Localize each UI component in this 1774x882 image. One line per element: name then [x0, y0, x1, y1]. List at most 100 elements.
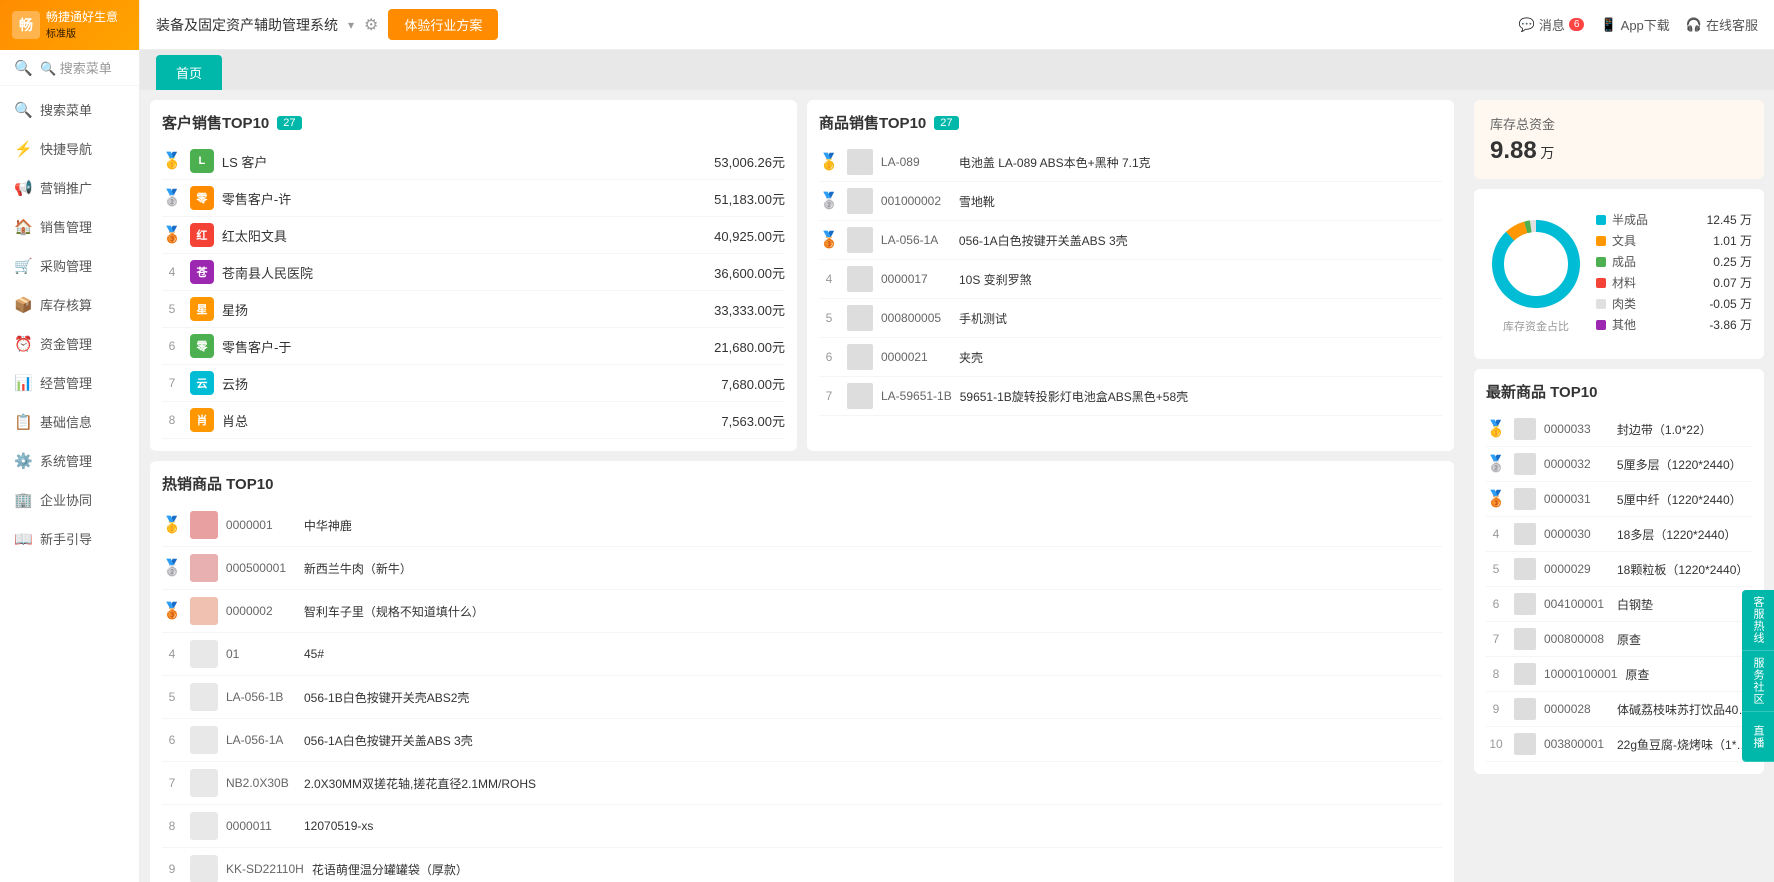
message-button[interactable]: 💬 消息 6 — [1519, 15, 1585, 34]
hot-product-row[interactable]: 🥇 0000001 中华神鹿 — [162, 504, 1442, 547]
customer-rank-row[interactable]: 7 云 云扬 7,680.00元 — [162, 365, 785, 402]
new-product-row[interactable]: 6 004100001 白钢垫 — [1486, 587, 1752, 622]
app-download-button[interactable]: 📱 App下载 — [1600, 15, 1669, 34]
customer-rank-row[interactable]: 🥉 红 红太阳文具 40,925.00元 — [162, 217, 785, 254]
main-content: 装备及固定资产辅助管理系统 ▾ ⚙ 体验行业方案 💬 消息 6 📱 App下载 … — [140, 0, 1774, 882]
try-plan-button[interactable]: 体验行业方案 — [388, 9, 498, 40]
sidebar-item-label: 资金管理 — [40, 334, 92, 353]
product-sales-row[interactable]: 7 LA-59651-1B 59651-1B旋转投影灯电池盒ABS黑色+58壳 — [819, 377, 1442, 416]
hot-product-row[interactable]: 9 KK-SD22110H 花语萌俚温分罐罐袋（厚款） — [162, 848, 1442, 882]
rank-num: 8 — [1486, 667, 1506, 681]
legend-value: 1.01 万 — [1713, 232, 1752, 249]
new-product-row[interactable]: 🥇 0000033 封边带（1.0*22） — [1486, 412, 1752, 447]
silver-medal-icon: 🥈 — [162, 558, 182, 578]
product-name: 056-1A白色按键开关盖ABS 3壳 — [304, 732, 1442, 749]
product-sales-row[interactable]: 4 0000017 10S 变刹罗煞 — [819, 260, 1442, 299]
inventory-total-value-row: 9.88 万 — [1490, 137, 1748, 165]
customer-avatar: 零 — [190, 186, 214, 210]
rank-num: 4 — [162, 265, 182, 279]
new-product-row[interactable]: 🥉 0000031 5厘中纤（1220*2440） — [1486, 482, 1752, 517]
hot-product-row[interactable]: 5 LA-056-1B 056-1B白色按键开关壳ABS2壳 — [162, 676, 1442, 719]
bronze-medal-icon: 🥉 — [162, 225, 182, 245]
topbar: 装备及固定资产辅助管理系统 ▾ ⚙ 体验行业方案 💬 消息 6 📱 App下载 … — [140, 0, 1774, 50]
sidebar-item-inventory[interactable]: 📦 库存核算 — [0, 285, 139, 324]
legend-item: 文具 1.01 万 — [1596, 232, 1752, 249]
legend-label: 成品 — [1612, 253, 1707, 270]
product-sales-row[interactable]: 5 000800005 手机测试 — [819, 299, 1442, 338]
product-sales-row[interactable]: 🥈 001000002 雪地靴 — [819, 182, 1442, 221]
hot-product-row[interactable]: 🥉 0000002 智利车子里（规格不知道填什么） — [162, 590, 1442, 633]
customer-value: 21,680.00元 — [714, 337, 785, 356]
hot-product-row[interactable]: 8 0000011 12070519-xs — [162, 805, 1442, 848]
legend-item: 肉类 -0.05 万 — [1596, 295, 1752, 312]
product-sales-badge: 27 — [934, 116, 958, 130]
bronze-medal-icon: 🥉 — [162, 601, 182, 621]
sidebar-item-finance[interactable]: ⏰ 资金管理 — [0, 324, 139, 363]
sidebar-item-purchase[interactable]: 🛒 采购管理 — [0, 246, 139, 285]
sidebar-item-search[interactable]: 🔍 🔍 搜索菜单 — [0, 50, 139, 86]
rank-num: 4 — [162, 647, 182, 661]
product-sales-top10-card: 商品销售TOP10 27 🥇 LA-089 电池盖 LA-089 ABS本色+黑… — [807, 100, 1454, 451]
customer-name: 星扬 — [222, 300, 706, 319]
silver-medal-icon: 🥈 — [819, 191, 839, 211]
rank-num: 6 — [162, 339, 182, 353]
sidebar-item-company[interactable]: 🏢 企业协同 — [0, 480, 139, 519]
new-product-row[interactable]: 9 0000028 体碱荔枝味苏打饮品400毫升（1*15） — [1486, 692, 1752, 727]
customer-rank-row[interactable]: 🥈 零 零售客户-许 51,183.00元 — [162, 180, 785, 217]
sidebar-item-basic[interactable]: 📋 基础信息 — [0, 402, 139, 441]
sidebar-item-shortcuts[interactable]: ⚡ 快捷导航 — [0, 129, 139, 168]
product-name: 花语萌俚温分罐罐袋（厚款） — [312, 861, 1442, 878]
product-sales-list: 🥇 LA-089 电池盖 LA-089 ABS本色+黑种 7.1克 🥈 0010… — [819, 143, 1442, 416]
float-button-0[interactable]: 客服热线 — [1742, 590, 1774, 651]
sidebar-item-search[interactable]: 🔍 搜索菜单 — [0, 90, 139, 129]
product-image — [190, 554, 218, 582]
product-sales-row[interactable]: 🥉 LA-056-1A 056-1A白色按键开关盖ABS 3壳 — [819, 221, 1442, 260]
float-button-2[interactable]: 直播 — [1742, 712, 1774, 762]
product-name: 10S 变刹罗煞 — [959, 271, 1442, 288]
customer-avatar: 星 — [190, 297, 214, 321]
company-icon: 🏢 — [14, 491, 32, 509]
tab-home[interactable]: 首页 — [156, 55, 222, 90]
sidebar-item-operations[interactable]: 📊 经营管理 — [0, 363, 139, 402]
legend-color-dot — [1596, 215, 1606, 225]
topbar-gear-icon[interactable]: ⚙ — [364, 15, 378, 35]
float-button-1[interactable]: 服务社区 — [1742, 651, 1774, 712]
new-product-row[interactable]: 8 10000100001 原查 — [1486, 657, 1752, 692]
new-product-name: 18颗粒板（1220*2440） — [1617, 561, 1752, 578]
new-product-name: 5厘中纤（1220*2440） — [1617, 491, 1752, 508]
sidebar-search-label: 🔍 搜索菜单 — [40, 58, 112, 77]
rank-num: 6 — [819, 350, 839, 364]
online-service-button[interactable]: 🎧 在线客服 — [1686, 15, 1758, 34]
hot-product-row[interactable]: 6 LA-056-1A 056-1A白色按键开关盖ABS 3壳 — [162, 719, 1442, 762]
customer-rank-row[interactable]: 5 星 星扬 33,333.00元 — [162, 291, 785, 328]
sidebar-item-system[interactable]: ⚙️ 系统管理 — [0, 441, 139, 480]
hot-product-row[interactable]: 4 01 45# — [162, 633, 1442, 676]
new-product-code: 0000032 — [1544, 457, 1609, 471]
customer-rank-row[interactable]: 8 肖 肖总 7,563.00元 — [162, 402, 785, 439]
customer-rank-row[interactable]: 4 苍 苍南县人民医院 36,600.00元 — [162, 254, 785, 291]
new-product-row[interactable]: 10 003800001 22g鱼豆腐-烧烤味（1*12*20） — [1486, 727, 1752, 762]
customer-rank-row[interactable]: 🥇 L LS 客户 53,006.26元 — [162, 143, 785, 180]
product-name: 电池盖 LA-089 ABS本色+黑种 7.1克 — [959, 154, 1442, 171]
new-product-name: 体碱荔枝味苏打饮品400毫升（1*15） — [1617, 701, 1752, 718]
product-code: 0000001 — [226, 518, 296, 532]
product-sales-row[interactable]: 6 0000021 夹壳 — [819, 338, 1442, 377]
sidebar-item-sales[interactable]: 🏠 销售管理 — [0, 207, 139, 246]
topbar-dropdown-icon[interactable]: ▾ — [348, 18, 354, 32]
hot-product-row[interactable]: 7 NB2.0X30B 2.0X30MM双搓花轴,搓花直径2.1MM/ROHS — [162, 762, 1442, 805]
hot-product-row[interactable]: 🥈 000500001 新西兰牛肉（新牛） — [162, 547, 1442, 590]
sidebar-item-guide[interactable]: 📖 新手引导 — [0, 519, 139, 558]
customer-rank-row[interactable]: 6 零 零售客户-于 21,680.00元 — [162, 328, 785, 365]
inventory-unit: 万 — [1540, 145, 1554, 161]
new-product-row[interactable]: 7 000800008 原查 — [1486, 622, 1752, 657]
legend-value: -3.86 万 — [1709, 316, 1752, 333]
new-product-row[interactable]: 4 0000030 18多层（1220*2440） — [1486, 517, 1752, 552]
product-sales-row[interactable]: 🥇 LA-089 电池盖 LA-089 ABS本色+黑种 7.1克 — [819, 143, 1442, 182]
customer-avatar: 云 — [190, 371, 214, 395]
new-product-row[interactable]: 🥈 0000032 5厘多层（1220*2440） — [1486, 447, 1752, 482]
new-product-thumb — [1514, 488, 1536, 510]
new-product-row[interactable]: 5 0000029 18颗粒板（1220*2440） — [1486, 552, 1752, 587]
legend-label: 其他 — [1612, 316, 1703, 333]
customer-name: LS 客户 — [222, 152, 706, 171]
sidebar-item-marketing[interactable]: 📢 营销推广 — [0, 168, 139, 207]
